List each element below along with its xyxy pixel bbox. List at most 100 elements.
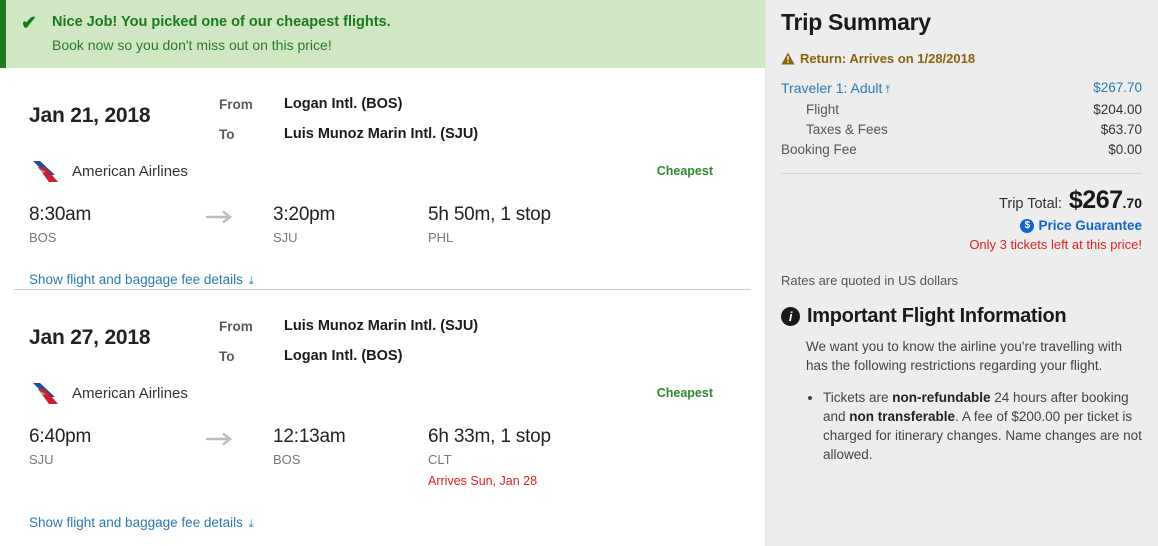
cheapest-badge: Cheapest (656, 164, 713, 178)
booking-page: ✔ Nice Job! You picked one of our cheape… (0, 0, 1158, 546)
check-icon: ✔ (21, 13, 37, 34)
trip-summary-sidebar: Trip Summary Return: Arrives on 1/28/201… (765, 0, 1158, 546)
depart-time: 6:40pm (29, 426, 92, 447)
price-breakdown: Traveler 1: Adult ⤒ $267.70 Flight $204.0… (781, 78, 1142, 160)
price-guarantee-link[interactable]: $ Price Guarantee (781, 218, 1142, 233)
depart-airport-code: SJU (29, 452, 54, 467)
info-icon: i (781, 307, 800, 326)
to-airport: Logan Intl. (BOS) (284, 348, 403, 364)
tickets-left-warning: Only 3 tickets left at this price! (969, 237, 1142, 252)
flight-duration: 6h 33m, 1 stop (428, 426, 551, 447)
flight-date: Jan 27, 2018 (29, 326, 151, 349)
line-item-amount: $204.00 (1093, 102, 1142, 117)
airline-name: American Airlines (72, 162, 188, 180)
cheapest-badge: Cheapest (656, 386, 713, 400)
route-row: Jan 21, 2018 From To Logan Intl. (BOS) L… (29, 90, 751, 145)
cheapest-flight-alert: ✔ Nice Job! You picked one of our cheape… (0, 0, 765, 68)
show-flight-details-link-return[interactable]: Show flight and baggage fee details ⤓ (29, 515, 254, 531)
price-guarantee-label: Price Guarantee (1038, 218, 1142, 233)
trip-total-cents: .70 (1122, 195, 1142, 211)
info-title-label: Important Flight Information (807, 305, 1067, 327)
arrival-day-warning: Arrives Sun, Jan 28 (428, 474, 538, 488)
american-airlines-logo-icon (33, 383, 58, 404)
alert-text: Nice Job! You picked one of our cheapest… (52, 13, 405, 55)
show-details-label: Show flight and baggage fee details (29, 515, 243, 530)
chevron-double-down-icon: ⤓ (248, 518, 254, 530)
arrive-airport-code: BOS (273, 452, 301, 467)
traveler-amount: $267.70 (1093, 80, 1142, 95)
fromto-labels: From To (219, 90, 284, 145)
times-row: 6:40pm SJU 12:13am BOS 6h 33m, 1 stop CL… (29, 425, 751, 489)
warning-triangle-icon (781, 52, 795, 65)
from-label: From (219, 97, 253, 112)
line-item-flight: Flight $204.00 (781, 100, 1142, 120)
flight-segment-return: Jan 27, 2018 From To Luis Munoz Marin In… (0, 290, 765, 532)
flight-segment-outbound: Jan 21, 2018 From To Logan Intl. (BOS) L… (0, 68, 765, 289)
stop-airport-code: CLT (428, 452, 452, 467)
airline-name: American Airlines (72, 384, 188, 402)
rates-note: Rates are quoted in US dollars (781, 273, 959, 288)
from-airport: Luis Munoz Marin Intl. (SJU) (284, 318, 479, 334)
to-label: To (219, 127, 235, 142)
fromto-labels: From To (219, 312, 284, 367)
booking-fee-amount: $0.00 (1108, 142, 1142, 157)
line-item-booking-fee: Booking Fee $0.00 (781, 140, 1142, 160)
dollar-badge-icon: $ (1020, 218, 1035, 233)
flight-duration: 5h 50m, 1 stop (428, 204, 551, 225)
arrive-time: 3:20pm (273, 204, 336, 225)
chevron-double-up-icon: ⤒ (885, 84, 891, 96)
depart-time: 8:30am (29, 204, 92, 225)
alert-title: Nice Job! You picked one of our cheapest… (52, 14, 391, 30)
bullet-part-1: Tickets are (823, 390, 893, 405)
trip-total-dollars: $267 (1068, 186, 1123, 214)
trip-total-row: Trip Total: $267.70 (781, 186, 1142, 215)
chevron-double-down-icon: ⤓ (248, 275, 254, 287)
return-arrival-warning: Return: Arrives on 1/28/2018 (781, 51, 1142, 66)
depart-column: 8:30am BOS (29, 203, 205, 246)
arrive-time: 12:13am (273, 426, 346, 447)
line-item-amount: $63.70 (1100, 122, 1142, 137)
trip-summary-title: Trip Summary (781, 9, 931, 35)
traveler-label-wrap: Traveler 1: Adult ⤒ (781, 78, 890, 100)
arrow-right-icon (206, 210, 233, 224)
airport-names: Luis Munoz Marin Intl. (SJU) Logan Intl.… (284, 312, 478, 367)
info-bullet-list: Tickets are non-refundable 24 hours afte… (806, 388, 1142, 464)
depart-airport-code: BOS (29, 230, 57, 245)
to-label: To (219, 349, 235, 364)
from-airport: Logan Intl. (BOS) (284, 96, 403, 112)
airport-names: Logan Intl. (BOS) Luis Munoz Marin Intl.… (284, 90, 478, 145)
flight-date: Jan 21, 2018 (29, 104, 151, 127)
line-item-taxes: Taxes & Fees $63.70 (781, 120, 1142, 140)
times-row: 8:30am BOS 3:20pm SJU 5h 50m, 1 stop PHL (29, 203, 751, 246)
duration-column: 5h 50m, 1 stop PHL (428, 203, 668, 246)
arrow-column (205, 425, 273, 446)
arrow-right-icon (206, 432, 233, 446)
arrive-column: 3:20pm SJU (273, 203, 428, 246)
show-details-label: Show flight and baggage fee details (29, 272, 243, 287)
alert-subtitle: Book now so you don't miss out on this p… (52, 37, 332, 53)
arrive-airport-code: SJU (273, 230, 298, 245)
line-item-label: Flight (806, 102, 840, 117)
list-item: Tickets are non-refundable 24 hours afte… (823, 388, 1142, 464)
duration-column: 6h 33m, 1 stop CLT Arrives Sun, Jan 28 (428, 425, 668, 489)
info-intro: We want you to know the airline you're t… (806, 339, 1122, 373)
from-label: From (219, 319, 253, 334)
booking-fee-label: Booking Fee (781, 142, 857, 157)
traveler-row[interactable]: Traveler 1: Adult ⤒ $267.70 (781, 78, 1142, 100)
arrow-column (205, 203, 273, 224)
traveler-label: Traveler 1: Adult (781, 80, 883, 96)
airline-row: American Airlines Cheapest (29, 380, 751, 406)
airline-row: American Airlines Cheapest (29, 158, 751, 184)
bullet-bold-1: non-refundable (892, 390, 991, 405)
to-airport: Luis Munoz Marin Intl. (SJU) (284, 126, 479, 142)
itinerary-panel: ✔ Nice Job! You picked one of our cheape… (0, 0, 765, 546)
arrive-column: 12:13am BOS (273, 425, 428, 468)
trip-total-label: Trip Total: (999, 196, 1062, 212)
show-flight-details-link-outbound[interactable]: Show flight and baggage fee details ⤓ (29, 272, 254, 288)
important-flight-information-body: We want you to know the airline you're t… (781, 337, 1142, 464)
return-warning-label: Return: Arrives on 1/28/2018 (800, 51, 976, 66)
stop-airport-code: PHL (428, 230, 454, 245)
american-airlines-logo-icon (33, 161, 58, 182)
depart-column: 6:40pm SJU (29, 425, 205, 468)
route-row: Jan 27, 2018 From To Luis Munoz Marin In… (29, 312, 751, 367)
